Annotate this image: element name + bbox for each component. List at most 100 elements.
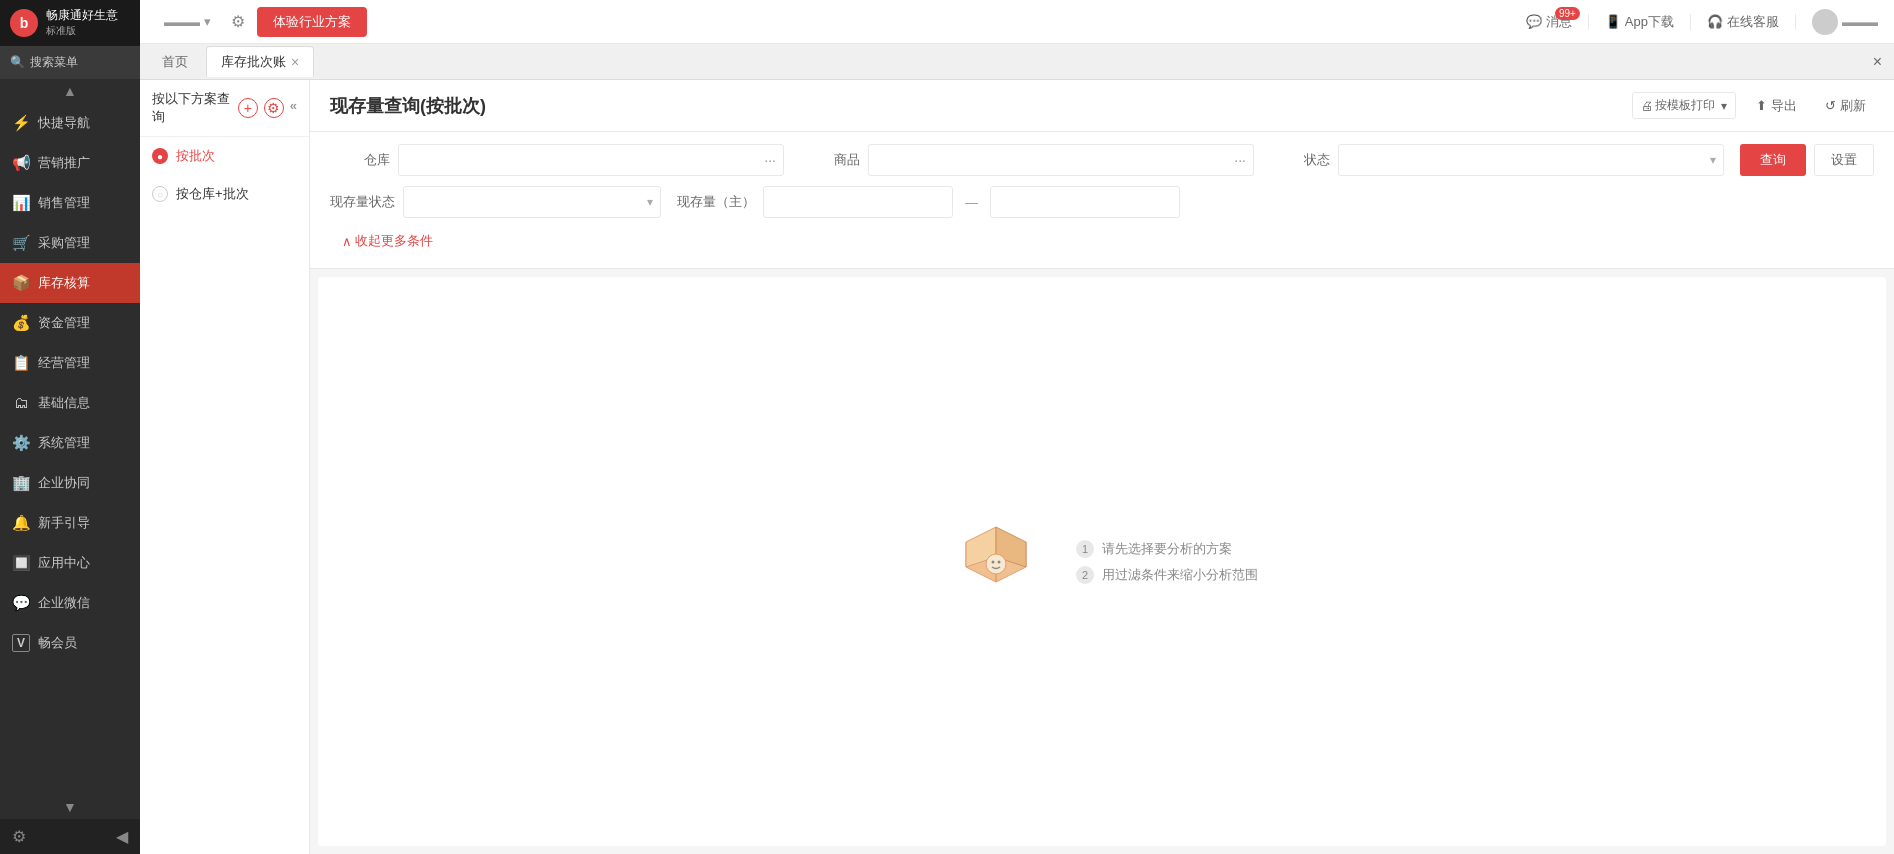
form-row-1: 仓库 ··· 商品 ··· 状态 — [330, 144, 1874, 176]
warehouse-input[interactable] — [398, 144, 784, 176]
filter-panel-title: 按以下方案查询 — [152, 90, 238, 126]
topbar-settings-icon[interactable]: ⚙ — [227, 8, 249, 35]
sidebar-footer: ⚙ ◀ — [0, 819, 140, 854]
scroll-up-btn[interactable]: ▲ — [0, 79, 140, 103]
filter-panel-header: 按以下方案查询 + ⚙ « — [140, 80, 309, 137]
sidebar-item-operations[interactable]: 📋 经营管理 — [0, 343, 140, 383]
sidebar-item-marketing[interactable]: 📢 营销推广 — [0, 143, 140, 183]
sidebar-item-label: 企业协同 — [38, 474, 90, 492]
empty-tip-2: 2 用过滤条件来缩小分析范围 — [1076, 566, 1258, 584]
main-content: 现存量查询(按批次) 🖨 按模板打印 ▾ ⬆ 导出 ↺ 刷新 — [310, 80, 1894, 854]
sidebar-item-vip[interactable]: V 畅会员 — [0, 623, 140, 663]
mobile-icon: 📱 — [1605, 14, 1621, 29]
filter-item-batch[interactable]: ● 按批次 — [140, 137, 309, 175]
form-row-2: 现存量状态 ▾ 现存量（主） — — [330, 186, 1874, 218]
marketing-icon: 📢 — [12, 154, 30, 172]
filter-label-batch: 按批次 — [176, 147, 215, 165]
sidebar-item-wechat[interactable]: 💬 企业微信 — [0, 583, 140, 623]
svg-point-6 — [998, 560, 1001, 563]
refresh-icon: ↺ — [1825, 98, 1836, 113]
sidebar-item-purchase[interactable]: 🛒 采购管理 — [0, 223, 140, 263]
tab-close-right-icon[interactable]: × — [1869, 49, 1886, 75]
app-name: 畅康通好生意 — [46, 8, 118, 24]
experience-btn[interactable]: 体验行业方案 — [257, 7, 367, 37]
print-label: 按模板打印 — [1655, 97, 1715, 114]
add-filter-btn[interactable]: + — [238, 98, 258, 118]
search-icon: 🔍 — [10, 55, 25, 69]
filter-dot-warehouse-batch: ○ — [152, 186, 168, 202]
tab-home[interactable]: 首页 — [148, 47, 202, 77]
filter-settings-btn[interactable]: ⚙ — [264, 98, 284, 118]
collapse-filter-icon[interactable]: « — [290, 98, 297, 118]
collapse-sidebar-icon[interactable]: ◀ — [116, 827, 128, 846]
app-download-btn[interactable]: 📱 App下载 — [1605, 13, 1674, 31]
product-more-btn[interactable]: ··· — [1234, 152, 1246, 168]
main-area: ▬▬▬ ▾ ⚙ 体验行业方案 💬 消息 99+ 📱 App下载 🎧 在线客服 — [140, 0, 1894, 854]
sidebar-item-app-center[interactable]: 🔲 应用中心 — [0, 543, 140, 583]
query-btn[interactable]: 查询 — [1740, 144, 1806, 176]
tabs-bar: 首页 库存批次账 × × — [140, 44, 1894, 80]
warehouse-more-btn[interactable]: ··· — [764, 152, 776, 168]
sidebar-item-label: 基础信息 — [38, 394, 90, 412]
filter-item-warehouse-batch[interactable]: ○ 按仓库+批次 — [140, 175, 309, 213]
sidebar-item-label: 系统管理 — [38, 434, 90, 452]
settings-footer-icon[interactable]: ⚙ — [12, 827, 26, 846]
sidebar-item-basic[interactable]: 🗂 基础信息 — [0, 383, 140, 423]
tab-close-icon[interactable]: × — [291, 55, 299, 69]
company-dropdown-icon: ▾ — [204, 14, 211, 29]
purchase-icon: 🛒 — [12, 234, 30, 252]
sidebar-item-label: 新手引导 — [38, 514, 90, 532]
top-bar: ▬▬▬ ▾ ⚙ 体验行业方案 💬 消息 99+ 📱 App下载 🎧 在线客服 — [140, 0, 1894, 44]
sidebar-header: b 畅康通好生意 标准版 — [0, 0, 140, 46]
basic-icon: 🗂 — [12, 394, 30, 412]
inventory-amount-max-input[interactable] — [990, 186, 1180, 218]
product-input[interactable] — [868, 144, 1254, 176]
tab-inventory-batch[interactable]: 库存批次账 × — [206, 46, 314, 77]
sidebar-item-label: 资金管理 — [38, 314, 90, 332]
svg-point-4 — [986, 554, 1006, 574]
refresh-btn[interactable]: ↺ 刷新 — [1817, 93, 1874, 119]
sidebar-item-label: 企业微信 — [38, 594, 90, 612]
sidebar-item-enterprise[interactable]: 🏢 企业协同 — [0, 463, 140, 503]
form-settings-btn[interactable]: 设置 — [1814, 144, 1874, 176]
sidebar-item-new-guide[interactable]: 🔔 新手引导 — [0, 503, 140, 543]
sidebar: b 畅康通好生意 标准版 🔍 搜索菜单 ▲ ⚡ 快捷导航 📢 营销推广 📊 销售… — [0, 0, 140, 854]
finance-icon: 💰 — [12, 314, 30, 332]
sidebar-item-quick-nav[interactable]: ⚡ 快捷导航 — [0, 103, 140, 143]
page-header: 现存量查询(按批次) 🖨 按模板打印 ▾ ⬆ 导出 ↺ 刷新 — [310, 80, 1894, 132]
content-area: 按以下方案查询 + ⚙ « ● 按批次 ○ 按仓库+批次 — [140, 80, 1894, 854]
sidebar-item-finance[interactable]: 💰 资金管理 — [0, 303, 140, 343]
new-guide-icon: 🔔 — [12, 514, 30, 532]
status-select[interactable]: 全部 — [1338, 144, 1724, 176]
operations-icon: 📋 — [12, 354, 30, 372]
export-icon: ⬆ — [1756, 98, 1767, 113]
filter-dot-batch: ● — [152, 148, 168, 164]
sidebar-item-inventory[interactable]: 📦 库存核算 — [0, 263, 140, 303]
online-support-btn[interactable]: 🎧 在线客服 — [1707, 13, 1779, 31]
collapse-label: 收起更多条件 — [355, 232, 433, 250]
sidebar-item-system[interactable]: ⚙️ 系统管理 — [0, 423, 140, 463]
scroll-down-btn[interactable]: ▼ — [0, 795, 140, 819]
inventory-status-field: 现存量状态 ▾ — [330, 186, 661, 218]
empty-state: 1 请先选择要分析的方案 2 用过滤条件来缩小分析范围 — [318, 277, 1886, 846]
user-menu-btn[interactable]: ▬▬▬ — [1812, 9, 1878, 35]
company-name: ▬▬▬ — [164, 15, 200, 29]
page-title: 现存量查询(按批次) — [330, 94, 486, 118]
print-template-btn[interactable]: 🖨 按模板打印 ▾ — [1632, 92, 1736, 119]
search-menu[interactable]: 🔍 搜索菜单 — [0, 46, 140, 79]
sidebar-item-sales[interactable]: 📊 销售管理 — [0, 183, 140, 223]
tab-inventory-batch-label: 库存批次账 — [221, 53, 286, 71]
collapse-more-btn[interactable]: ∧ 收起更多条件 — [330, 226, 1874, 256]
inventory-status-select[interactable] — [403, 186, 661, 218]
empty-icon — [946, 512, 1046, 612]
company-dropdown[interactable]: ▬▬▬ ▾ — [156, 10, 219, 33]
export-btn[interactable]: ⬆ 导出 — [1748, 93, 1805, 119]
inventory-amount-field: 现存量（主） — — [677, 186, 1180, 218]
search-form: 仓库 ··· 商品 ··· 状态 — [310, 132, 1894, 269]
messages-btn[interactable]: 💬 消息 99+ — [1526, 13, 1572, 31]
inventory-amount-label: 现存量（主） — [677, 193, 755, 211]
warehouse-field: 仓库 ··· — [330, 144, 784, 176]
product-label: 商品 — [800, 151, 860, 169]
inventory-amount-min-input[interactable] — [763, 186, 953, 218]
status-field: 状态 全部 ▾ — [1270, 144, 1724, 176]
